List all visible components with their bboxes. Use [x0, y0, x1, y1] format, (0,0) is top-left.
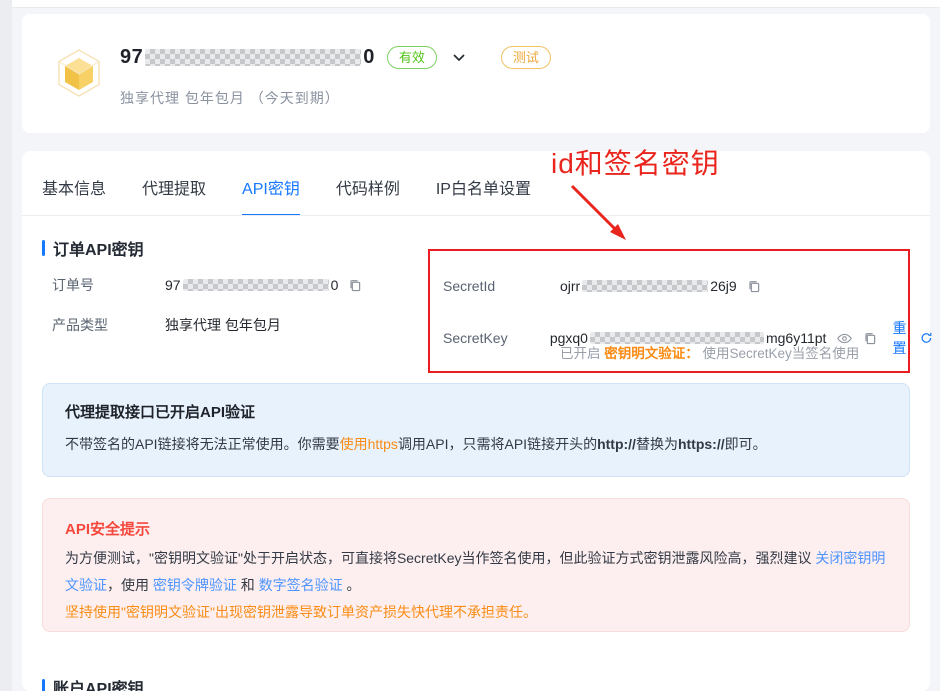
redacted-order-no: [183, 279, 329, 291]
refresh-icon: [920, 331, 933, 345]
key-token-verification-link[interactable]: 密钥令牌验证: [153, 577, 237, 593]
order-no-label: 订单号: [52, 275, 165, 295]
tab-basic-info[interactable]: 基本信息: [42, 175, 106, 216]
account-api-key-section-title: 账户API密钥: [42, 675, 144, 691]
digital-signature-verification-link[interactable]: 数字签名验证: [259, 577, 343, 593]
order-api-key-section-title: 订单API密钥: [42, 236, 144, 260]
env-badge: 测试: [501, 46, 551, 69]
order-subtitle: 独享代理 包年包月 （今天到期）: [120, 88, 340, 108]
use-https-link[interactable]: 使用https: [340, 436, 398, 452]
copy-secret-id-icon[interactable]: [747, 279, 762, 294]
section-accent-bar: [42, 240, 45, 256]
status-badge: 有效: [387, 46, 437, 69]
order-detail-page: 970 有效 测试 独享代理 包年包月 （今天到期） 基本信息 代理提取 API…: [0, 0, 940, 691]
info-box-body: 不带签名的API链接将无法正常使用。你需要使用https调用API，只需将API…: [65, 431, 887, 458]
copy-order-no-icon[interactable]: [348, 278, 363, 293]
reset-secret-key-link[interactable]: 重置: [892, 318, 932, 358]
section-accent-bar: [42, 679, 45, 691]
plaintext-verification-label: 密钥明文验证：: [604, 346, 699, 361]
api-security-warning-box: API安全提示 为方便测试，"密钥明文验证"处于开启状态，可直接将SecretK…: [42, 498, 910, 632]
order-id-title: 970: [120, 46, 375, 69]
secret-key-label: SecretKey: [443, 330, 550, 346]
order-detail-card: 基本信息 代理提取 API密钥 代码样例 IP白名单设置 订单API密钥 订单号…: [22, 151, 930, 691]
liability-notice: 坚持使用"密钥明文验证"出现密钥泄露导致订单资产损失快代理不承担责任。: [65, 599, 887, 626]
tab-ip-whitelist[interactable]: IP白名单设置: [436, 175, 531, 216]
secret-id-label: SecretId: [443, 278, 560, 294]
tab-api-key[interactable]: API密钥: [242, 175, 300, 216]
warning-box-title: API安全提示: [65, 518, 150, 539]
redacted-order-id: [145, 49, 361, 66]
product-type-label: 产品类型: [52, 315, 165, 335]
plaintext-verification-note: 已开启 密钥明文验证： 使用SecretKey当签名使用: [560, 342, 859, 362]
api-verification-info-box: 代理提取接口已开启API验证 不带签名的API链接将无法正常使用。你需要使用ht…: [42, 383, 910, 477]
top-bar-remnant: [12, 0, 940, 8]
info-box-title: 代理提取接口已开启API验证: [65, 401, 255, 422]
product-type-value: 独享代理 包年包月: [165, 315, 281, 335]
secret-id-value: ojrr26j9: [560, 278, 737, 294]
tabs-divider: [22, 215, 930, 216]
order-no-row: 订单号 970: [52, 275, 363, 295]
left-edge-strip: [0, 0, 12, 691]
order-no-value: 970: [165, 277, 338, 293]
tab-bar: 基本信息 代理提取 API密钥 代码样例 IP白名单设置: [42, 175, 531, 216]
tab-code-samples[interactable]: 代码样例: [336, 175, 400, 216]
tab-proxy-extract[interactable]: 代理提取: [142, 175, 206, 216]
product-cube-icon: [54, 48, 104, 98]
warning-box-body: 为方便测试，"密钥明文验证"处于开启状态，可直接将SecretKey当作签名使用…: [65, 545, 887, 626]
order-header-card: 970 有效 测试 独享代理 包年包月 （今天到期）: [22, 14, 930, 133]
redacted-secret-id: [582, 280, 708, 292]
secret-id-row: SecretId ojrr26j9: [443, 278, 762, 294]
annotation-arrow: [558, 180, 642, 252]
chevron-down-icon[interactable]: [451, 50, 467, 66]
copy-secret-key-icon[interactable]: [863, 331, 878, 346]
product-type-row: 产品类型 独享代理 包年包月: [52, 315, 281, 335]
annotation-text: id和签名密钥: [551, 142, 720, 182]
